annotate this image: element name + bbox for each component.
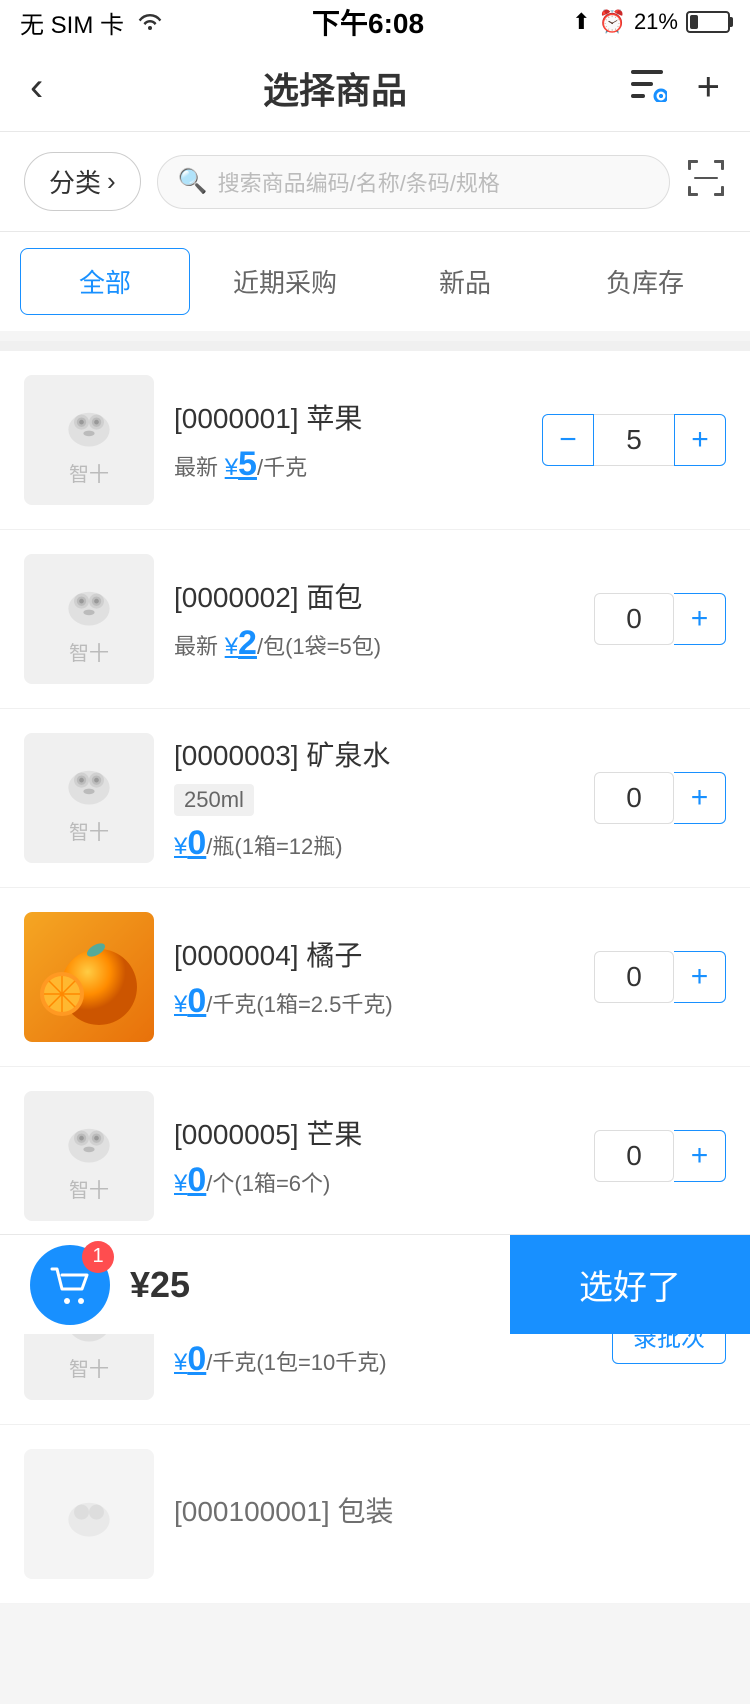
- page-title: 选择商品: [263, 62, 407, 114]
- quantity-control: +: [594, 593, 726, 645]
- product-item: 智十 [0000005] 芒果 ¥0/个(1箱=6个) +: [0, 1067, 750, 1246]
- product-price: 最新 ¥2/包(1袋=5包): [174, 624, 574, 663]
- location-icon: ⬆: [572, 9, 590, 35]
- product-name: [000100001] 包装: [174, 1490, 726, 1530]
- search-placeholder: 搜索商品编码/名称/条码/规格: [218, 166, 500, 198]
- product-item: 智十 [0000002] 面包 最新 ¥2/包(1袋=5包) +: [0, 530, 750, 709]
- increase-button[interactable]: +: [674, 772, 726, 824]
- battery-icon: [686, 11, 730, 33]
- chevron-right-icon: ›: [107, 166, 116, 197]
- increase-button[interactable]: +: [674, 414, 726, 466]
- product-item: [0000004] 橘子 ¥0/千克(1箱=2.5千克) +: [0, 888, 750, 1067]
- product-info: [0000001] 苹果 最新 ¥5/千克: [174, 397, 522, 484]
- product-info: [000100001] 包装: [174, 1490, 726, 1538]
- search-box[interactable]: 🔍 搜索商品编码/名称/条码/规格: [157, 155, 670, 209]
- back-button[interactable]: ‹: [30, 65, 43, 110]
- product-price: 最新 ¥5/千克: [174, 445, 522, 484]
- quantity-input[interactable]: [594, 951, 674, 1003]
- category-button[interactable]: 分类 ›: [24, 152, 141, 211]
- product-image: 智十: [24, 375, 154, 505]
- quantity-control: +: [594, 1130, 726, 1182]
- search-icon: 🔍: [178, 167, 208, 196]
- decrease-button[interactable]: −: [542, 414, 594, 466]
- scan-icon[interactable]: [686, 158, 726, 206]
- alarm-icon: ⏰: [599, 9, 626, 35]
- status-right: ⬆ ⏰ 21%: [572, 9, 730, 35]
- carrier-label: 无 SIM 卡: [20, 5, 124, 40]
- cart-badge: 1: [82, 1241, 114, 1273]
- cart-total: ¥25: [130, 1264, 190, 1306]
- product-spec: 250ml: [174, 784, 254, 816]
- divider: [0, 341, 750, 351]
- cart-section: 1 ¥25: [0, 1245, 510, 1325]
- bottom-spacer: [0, 1604, 750, 1704]
- product-price: ¥0/个(1箱=6个): [174, 1161, 574, 1200]
- product-name: [0000003] 矿泉水: [174, 734, 574, 774]
- product-list: 智十 [0000001] 苹果 最新 ¥5/千克 − +: [0, 351, 750, 1604]
- page-header: ‹ 选择商品 +: [0, 44, 750, 132]
- status-time: 下午6:08: [312, 2, 424, 42]
- product-price: ¥0/千克(1箱=2.5千克): [174, 982, 574, 1021]
- product-name: [0000002] 面包: [174, 576, 574, 616]
- product-item: [000100001] 包装: [0, 1425, 750, 1604]
- quantity-input[interactable]: [594, 1130, 674, 1182]
- product-image: [24, 912, 154, 1042]
- product-image: 智十: [24, 1091, 154, 1221]
- product-info: [0000003] 矿泉水 250ml ¥0/瓶(1箱=12瓶): [174, 734, 574, 863]
- wifi-icon: [136, 8, 164, 37]
- product-image: 智十: [24, 733, 154, 863]
- increase-button[interactable]: +: [674, 951, 726, 1003]
- quantity-input[interactable]: [594, 772, 674, 824]
- product-info: [0000002] 面包 最新 ¥2/包(1袋=5包): [174, 576, 574, 663]
- product-item: 智十 [0000003] 矿泉水 250ml ¥0/瓶(1箱=12瓶) +: [0, 709, 750, 888]
- product-tabs: 全部 近期采购 新品 负库存: [0, 232, 750, 331]
- quantity-control: +: [594, 772, 726, 824]
- increase-button[interactable]: +: [674, 593, 726, 645]
- product-info: [0000005] 芒果 ¥0/个(1箱=6个): [174, 1113, 574, 1200]
- product-price: ¥0/千克(1包=10千克): [174, 1340, 592, 1379]
- product-name: [0000001] 苹果: [174, 397, 522, 437]
- quantity-input[interactable]: [594, 414, 674, 466]
- product-price: ¥0/瓶(1箱=12瓶): [174, 824, 574, 863]
- quantity-control: +: [594, 951, 726, 1003]
- tab-negative[interactable]: 负库存: [560, 248, 730, 315]
- header-actions: +: [627, 65, 720, 110]
- tab-new[interactable]: 新品: [380, 248, 550, 315]
- product-item: 智十 [0000001] 苹果 最新 ¥5/千克 − +: [0, 351, 750, 530]
- status-left: 无 SIM 卡: [20, 5, 164, 40]
- filter-icon[interactable]: [627, 66, 667, 109]
- confirm-button[interactable]: 选好了: [510, 1235, 750, 1334]
- tab-all[interactable]: 全部: [20, 248, 190, 315]
- product-name: [0000005] 芒果: [174, 1113, 574, 1153]
- product-name: [0000004] 橘子: [174, 934, 574, 974]
- product-info: [0000004] 橘子 ¥0/千克(1箱=2.5千克): [174, 934, 574, 1021]
- battery-percent: 21%: [634, 9, 678, 35]
- status-bar: 无 SIM 卡 下午6:08 ⬆ ⏰ 21%: [0, 0, 750, 44]
- quantity-input[interactable]: [594, 593, 674, 645]
- filter-bar: 分类 › 🔍 搜索商品编码/名称/条码/规格: [0, 132, 750, 232]
- quantity-control: − +: [542, 414, 726, 466]
- add-icon[interactable]: +: [697, 65, 720, 110]
- product-image: [24, 1449, 154, 1579]
- bottom-bar: 1 ¥25 选好了: [0, 1234, 750, 1334]
- product-image: 智十: [24, 554, 154, 684]
- increase-button[interactable]: +: [674, 1130, 726, 1182]
- cart-icon[interactable]: 1: [30, 1245, 110, 1325]
- tab-recent[interactable]: 近期采购: [200, 248, 370, 315]
